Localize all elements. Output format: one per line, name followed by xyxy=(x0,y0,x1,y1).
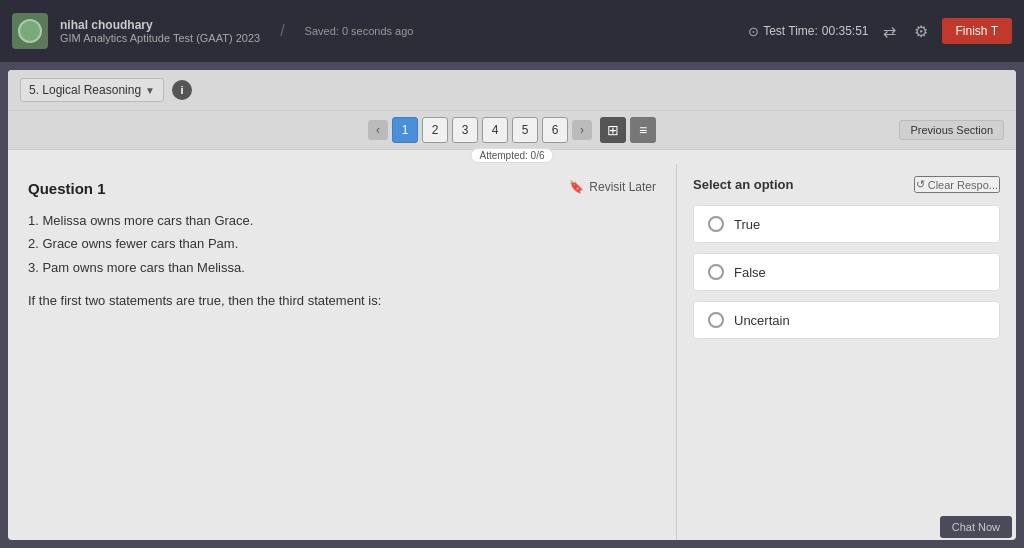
option-true-radio xyxy=(708,216,724,232)
question-number-btn-3[interactable]: 3 xyxy=(452,117,478,143)
option-uncertain-radio xyxy=(708,312,724,328)
option-uncertain-label: Uncertain xyxy=(734,313,790,328)
top-bar: nihal choudhary GIM Analytics Aptitude T… xyxy=(0,0,1024,62)
question-left-panel: Question 1 1. Melissa owns more cars tha… xyxy=(8,164,676,540)
attempted-badge: Attempted: 0/6 xyxy=(470,148,553,163)
saved-status: Saved: 0 seconds ago xyxy=(305,25,414,37)
option-true-label: True xyxy=(734,217,760,232)
clear-response-button[interactable]: ↺ Clear Respo... xyxy=(914,176,1000,193)
next-question-button[interactable]: › xyxy=(572,120,592,140)
option-true[interactable]: True xyxy=(693,205,1000,243)
section-dropdown[interactable]: 5. Logical Reasoning ▼ xyxy=(20,78,164,102)
grid-view-button[interactable]: ⊞ xyxy=(600,117,626,143)
prev-question-button[interactable]: ‹ xyxy=(368,120,388,140)
clock-icon: ⊙ xyxy=(748,24,759,39)
info-button[interactable]: i xyxy=(172,80,192,100)
question-number-btn-1[interactable]: 1 xyxy=(392,117,418,143)
list-view-button[interactable]: ≡ xyxy=(630,117,656,143)
bookmark-icon: 🔖 xyxy=(569,180,584,194)
test-time-value: 00:35:51 xyxy=(822,24,869,38)
statement-2: 2. Grace owns fewer cars than Pam. xyxy=(28,232,569,255)
statement-1: 1. Melissa owns more cars than Grace. xyxy=(28,209,569,232)
question-content: Question 1 1. Melissa owns more cars tha… xyxy=(28,180,569,308)
question-number-btn-5[interactable]: 5 xyxy=(512,117,538,143)
dropdown-arrow-icon: ▼ xyxy=(145,85,155,96)
main-content: 5. Logical Reasoning ▼ i ‹ 1 2 3 4 5 6 ›… xyxy=(8,70,1016,540)
app-logo xyxy=(12,13,48,49)
option-false[interactable]: False xyxy=(693,253,1000,291)
question-statements: 1. Melissa owns more cars than Grace. 2.… xyxy=(28,209,569,279)
question-right-panel: Select an option ↺ Clear Respo... True F… xyxy=(676,164,1016,540)
separator: / xyxy=(280,22,284,40)
question-number-label: Question 1 xyxy=(28,180,569,197)
settings-icon-btn[interactable]: ⚙ xyxy=(910,18,932,45)
section-name: 5. Logical Reasoning xyxy=(29,83,141,97)
swap-icon-btn[interactable]: ⇄ xyxy=(879,18,900,45)
select-option-header: Select an option ↺ Clear Respo... xyxy=(693,176,1000,193)
revisit-later-button[interactable]: 🔖 Revisit Later xyxy=(569,180,656,194)
question-body: Question 1 1. Melissa owns more cars tha… xyxy=(8,164,1016,540)
prev-section-button[interactable]: Previous Section xyxy=(899,120,1004,140)
question-nav-bar: ‹ 1 2 3 4 5 6 › ⊞ ≡ Attempted: 0/6 Previ… xyxy=(8,111,1016,150)
question-number-btn-6[interactable]: 6 xyxy=(542,117,568,143)
question-condition: If the first two statements are true, th… xyxy=(28,293,569,308)
test-time-label: Test Time: xyxy=(763,24,818,38)
question-top-row: Question 1 1. Melissa owns more cars tha… xyxy=(28,180,656,308)
clear-response-label: Clear Respo... xyxy=(928,179,998,191)
revisit-label: Revisit Later xyxy=(589,180,656,194)
select-option-label: Select an option xyxy=(693,177,793,192)
option-false-radio xyxy=(708,264,724,280)
chat-now-button[interactable]: Chat Now xyxy=(940,516,1012,538)
option-uncertain[interactable]: Uncertain xyxy=(693,301,1000,339)
logo-icon xyxy=(18,19,42,43)
user-info: nihal choudhary GIM Analytics Aptitude T… xyxy=(60,18,260,44)
section-bar: 5. Logical Reasoning ▼ i xyxy=(8,70,1016,111)
finish-button[interactable]: Finish T xyxy=(942,18,1012,44)
statement-3: 3. Pam owns more cars than Melissa. xyxy=(28,256,569,279)
top-bar-right: ⊙ Test Time: 00:35:51 ⇄ ⚙ Finish T xyxy=(748,18,1012,45)
user-name: nihal choudhary xyxy=(60,18,260,32)
question-number-btn-4[interactable]: 4 xyxy=(482,117,508,143)
test-time: ⊙ Test Time: 00:35:51 xyxy=(748,24,868,39)
question-number-btn-2[interactable]: 2 xyxy=(422,117,448,143)
info-icon: i xyxy=(180,84,183,96)
clear-icon: ↺ xyxy=(916,178,925,191)
exam-title: GIM Analytics Aptitude Test (GAAT) 2023 xyxy=(60,32,260,44)
option-false-label: False xyxy=(734,265,766,280)
